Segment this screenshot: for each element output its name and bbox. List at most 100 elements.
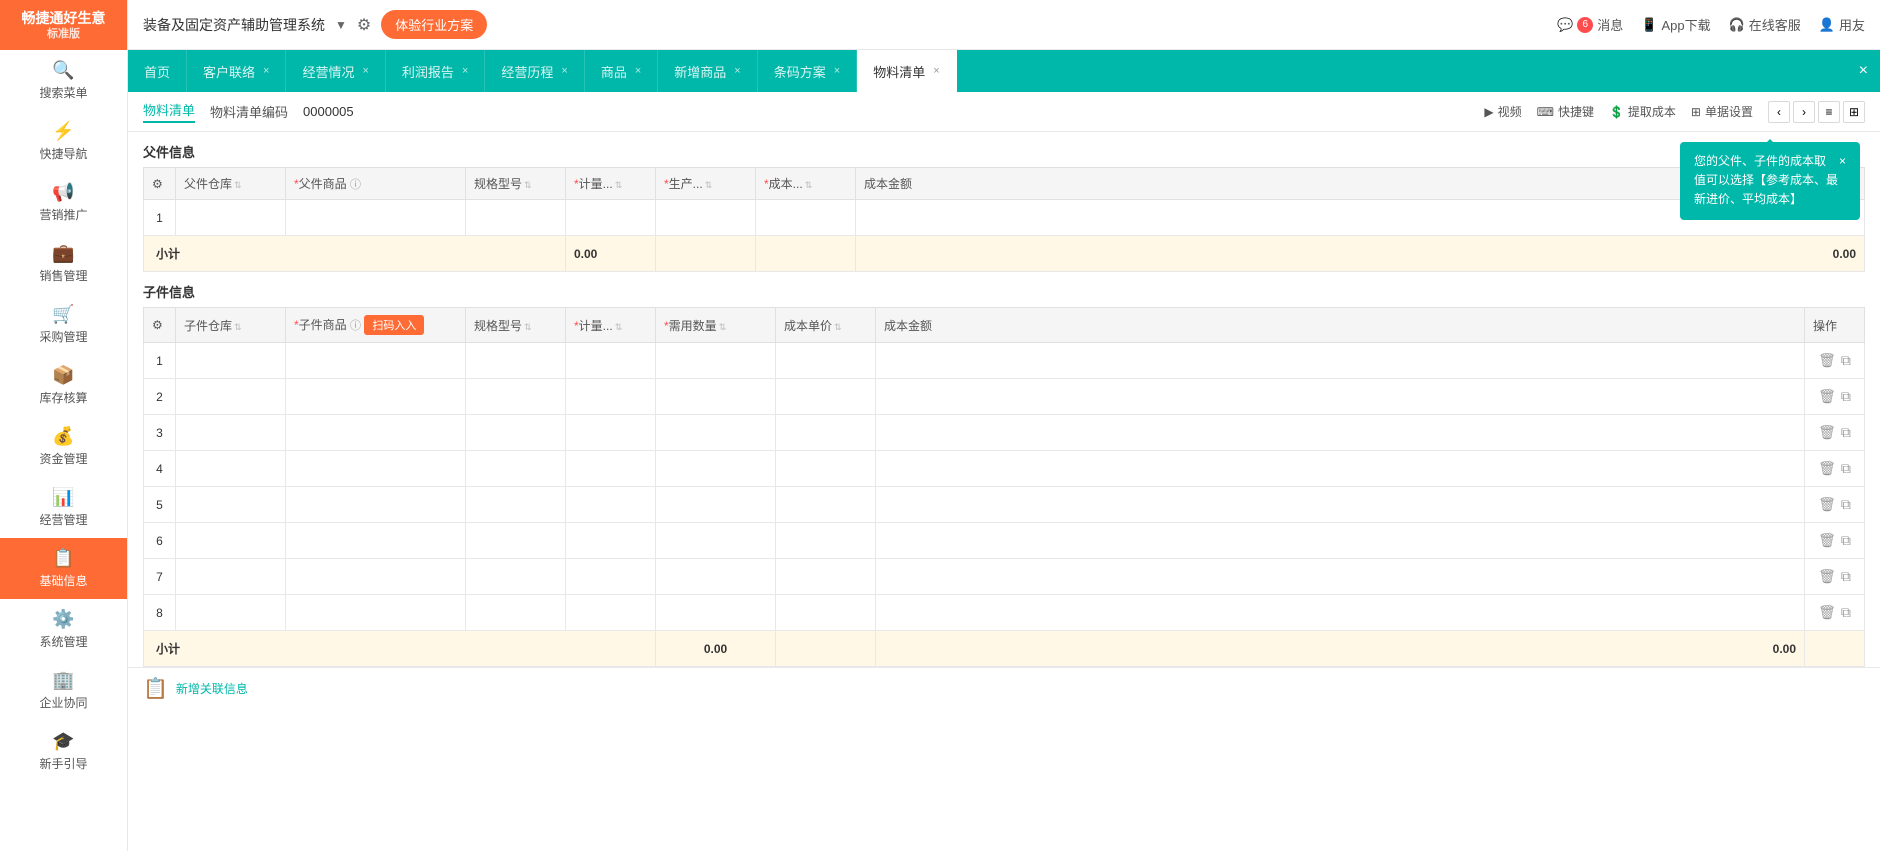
tooltip-close-button[interactable]: × [1839,152,1846,171]
child-row-2-qty[interactable] [566,379,656,415]
child-row-5-unit-cost[interactable] [776,487,876,523]
sidebar-item-quicknav[interactable]: ⚡ 快捷导航 [0,111,127,172]
delete-icon-6[interactable]: 🗑 [1818,532,1836,549]
delete-icon-8[interactable]: 🗑 [1818,604,1836,621]
tab-history-close[interactable]: × [561,65,567,77]
tabs-close-all[interactable]: × [1847,62,1880,80]
child-needed-sort[interactable]: ⇅ [719,322,727,332]
child-row-2-product[interactable] [286,379,466,415]
child-row-7-spec[interactable] [466,559,566,595]
sidebar-item-purchase[interactable]: 🛒 采购管理 [0,294,127,355]
child-row-2-warehouse[interactable] [176,379,286,415]
child-row-6-unit-cost[interactable] [776,523,876,559]
copy-icon-7[interactable]: ⧉ [1841,568,1851,585]
child-spec-sort[interactable]: ⇅ [524,322,532,332]
child-row-1-needed-qty[interactable] [656,343,776,379]
tab-new-product[interactable]: 新增商品 × [658,50,757,92]
tab-operations-close[interactable]: × [362,65,368,77]
parent-cost-sort[interactable]: ⇅ [805,180,813,190]
child-row-1-warehouse[interactable] [176,343,286,379]
action-single-settings[interactable]: ⊞ 单据设置 [1691,103,1753,120]
delete-icon-4[interactable]: 🗑 [1818,460,1836,477]
delete-icon-5[interactable]: 🗑 [1818,496,1836,513]
copy-icon-4[interactable]: ⧉ [1841,460,1851,477]
sidebar-item-search[interactable]: 🔍 搜索菜单 [0,50,127,111]
copy-icon-8[interactable]: ⧉ [1841,604,1851,621]
child-row-7-needed-qty[interactable] [656,559,776,595]
sidebar-item-basic[interactable]: 📋 基础信息 [0,538,127,599]
copy-icon-3[interactable]: ⧉ [1841,424,1851,441]
delete-icon-2[interactable]: 🗑 [1818,388,1836,405]
pager-menu[interactable]: ≡ [1818,101,1840,123]
sidebar-item-finance[interactable]: 💰 资金管理 [0,416,127,477]
child-col-settings[interactable]: ⚙ [144,308,176,343]
sidebar-item-enterprise[interactable]: 🏢 企业协同 [0,660,127,721]
parent-row-1-production[interactable] [656,200,756,236]
child-row-3-unit-cost[interactable] [776,415,876,451]
parent-row-1-product[interactable] [286,200,466,236]
online-service-item[interactable]: 🎧 在线客服 [1729,15,1801,34]
scan-button[interactable]: 扫码入入 [364,315,424,335]
app-download-item[interactable]: 📱 App下载 [1641,15,1710,34]
messages-item[interactable]: 💬 6 消息 [1557,15,1623,34]
child-row-5-warehouse[interactable] [176,487,286,523]
action-shortcut[interactable]: ⌨ 快捷键 [1537,103,1594,120]
parent-row-1-qty[interactable] [566,200,656,236]
child-row-8-needed-qty[interactable] [656,595,776,631]
trial-button[interactable]: 体验行业方案 [381,10,487,39]
child-row-6-needed-qty[interactable] [656,523,776,559]
tab-bom[interactable]: 物料清单 × [857,50,956,92]
pager-next[interactable]: › [1793,101,1815,123]
child-row-8-unit-cost[interactable] [776,595,876,631]
child-row-5-product[interactable] [286,487,466,523]
copy-icon-5[interactable]: ⧉ [1841,496,1851,513]
sub-tab-bom-list[interactable]: 物料清单 [143,100,195,123]
child-row-2-unit-cost[interactable] [776,379,876,415]
child-unit-cost-sort[interactable]: ⇅ [834,322,842,332]
parent-row-1-cost[interactable] [756,200,856,236]
child-row-5-spec[interactable] [466,487,566,523]
pager-expand[interactable]: ⊞ [1843,101,1865,123]
parent-prod-sort[interactable]: ⇅ [705,180,713,190]
sub-tab-bom-code[interactable]: 物料清单编码 [210,102,288,121]
child-row-5-qty[interactable] [566,487,656,523]
child-row-7-warehouse[interactable] [176,559,286,595]
copy-icon-2[interactable]: ⧉ [1841,388,1851,405]
child-row-3-spec[interactable] [466,415,566,451]
tab-customer-close[interactable]: × [263,65,269,77]
child-row-2-needed-qty[interactable] [656,379,776,415]
child-qty-sort[interactable]: ⇅ [615,322,623,332]
child-row-4-needed-qty[interactable] [656,451,776,487]
child-row-3-warehouse[interactable] [176,415,286,451]
sidebar-item-sales[interactable]: 💼 销售管理 [0,233,127,294]
pager-prev[interactable]: ‹ [1768,101,1790,123]
child-row-1-qty[interactable] [566,343,656,379]
child-row-4-qty[interactable] [566,451,656,487]
add-info-label[interactable]: 新增关联信息 [176,680,248,697]
child-row-5-needed-qty[interactable] [656,487,776,523]
tab-product-close[interactable]: × [635,65,641,77]
child-row-3-product[interactable] [286,415,466,451]
child-row-1-product[interactable] [286,343,466,379]
tab-product[interactable]: 商品 × [585,50,658,92]
child-row-4-unit-cost[interactable] [776,451,876,487]
copy-icon-6[interactable]: ⧉ [1841,532,1851,549]
delete-icon-1[interactable]: 🗑 [1818,352,1836,369]
child-row-8-qty[interactable] [566,595,656,631]
child-row-6-warehouse[interactable] [176,523,286,559]
child-row-8-spec[interactable] [466,595,566,631]
sidebar-item-guide[interactable]: 🎓 新手引导 [0,721,127,782]
parent-product-info-icon[interactable]: ⓘ [350,179,361,191]
sidebar-item-system[interactable]: ⚙️ 系统管理 [0,599,127,660]
tab-profit-close[interactable]: × [462,65,468,77]
parent-warehouse-sort[interactable]: ⇅ [234,180,242,190]
child-warehouse-sort[interactable]: ⇅ [234,322,242,332]
parent-qty-sort[interactable]: ⇅ [615,180,623,190]
tab-bom-close[interactable]: × [933,65,939,77]
gear-icon[interactable]: ⚙ [357,15,371,35]
tab-home[interactable]: 首页 [128,50,187,92]
child-row-2-spec[interactable] [466,379,566,415]
child-row-7-product[interactable] [286,559,466,595]
tab-new-product-close[interactable]: × [734,65,740,77]
user-item[interactable]: 👤 用友 [1819,15,1865,34]
